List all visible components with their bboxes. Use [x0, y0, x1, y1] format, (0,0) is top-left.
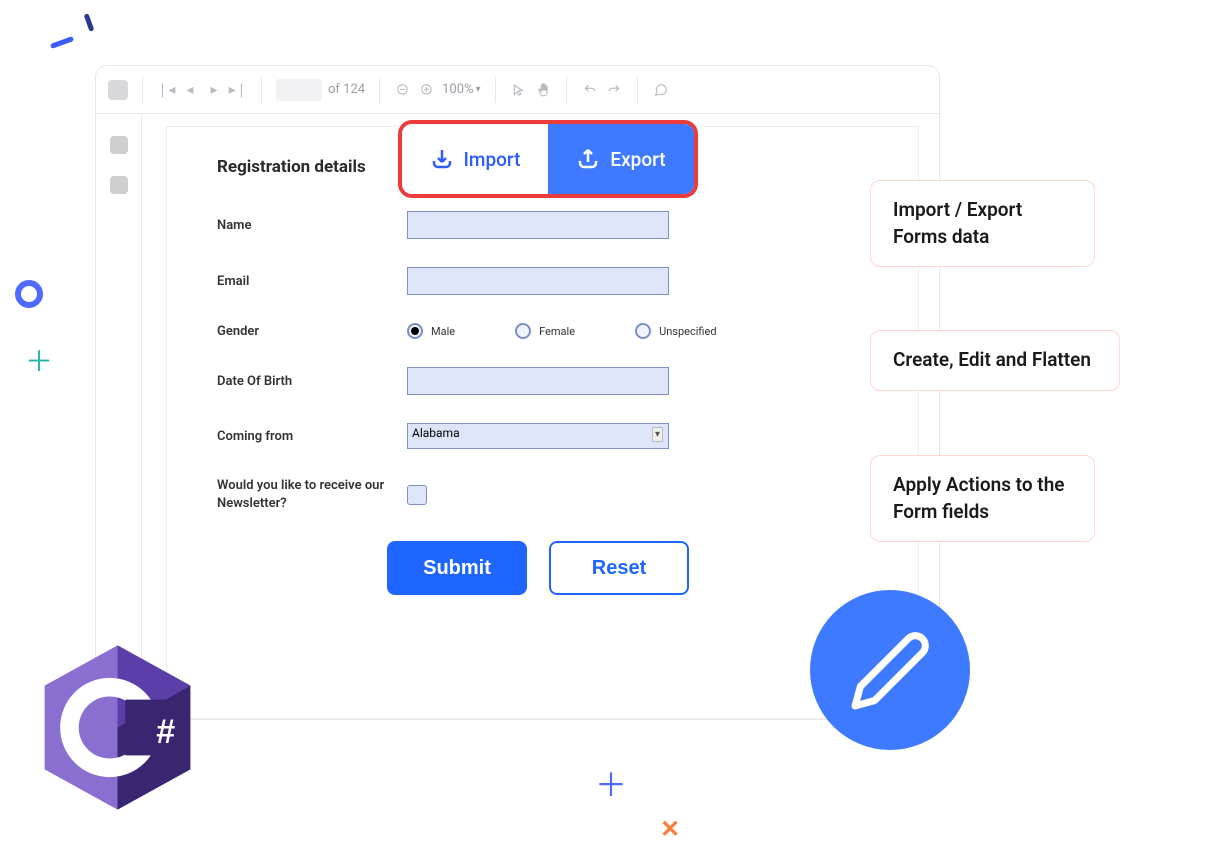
name-input[interactable]	[407, 211, 669, 239]
decoration-cross-orange: ✕	[660, 815, 680, 843]
separator	[566, 77, 567, 103]
radio-icon	[515, 323, 531, 339]
dob-label: Date Of Birth	[217, 374, 407, 389]
export-button[interactable]: Export	[548, 124, 694, 194]
import-export-callout: Import Export	[398, 120, 698, 198]
form-row-email: Email	[217, 267, 878, 295]
separator	[142, 77, 143, 103]
redo-icon[interactable]	[605, 81, 623, 99]
email-label: Email	[217, 274, 407, 289]
radio-label: Male	[431, 325, 455, 338]
dob-input[interactable]	[407, 367, 669, 395]
svg-text:#: #	[156, 713, 175, 751]
form-row-name: Name	[217, 211, 878, 239]
form-actions: Submit Reset	[387, 541, 878, 595]
form-row-dob: Date Of Birth	[217, 367, 878, 395]
sidebar-panel-icon[interactable]	[110, 136, 128, 154]
email-input[interactable]	[407, 267, 669, 295]
newsletter-checkbox[interactable]	[407, 485, 427, 505]
page-number-input[interactable]	[276, 79, 322, 101]
import-icon	[430, 147, 454, 171]
zoom-in-icon[interactable]	[418, 81, 436, 99]
radio-icon	[635, 323, 651, 339]
gender-radio-group: Male Female Unspecified	[407, 323, 717, 339]
form-row-coming-from: Coming from Alabama	[217, 423, 878, 449]
decoration-plus-teal: ＋	[25, 340, 53, 380]
separator	[261, 77, 262, 103]
zoom-level-dropdown[interactable]: 100% ▾	[442, 82, 480, 97]
gender-radio-unspecified[interactable]: Unspecified	[635, 323, 716, 339]
radio-label: Female	[539, 325, 575, 338]
edit-fab[interactable]	[810, 590, 970, 750]
separator	[495, 77, 496, 103]
csharp-icon: #	[40, 640, 195, 815]
radio-icon	[407, 323, 423, 339]
form-row-gender: Gender Male Female Unspecified	[217, 323, 878, 339]
name-label: Name	[217, 218, 407, 233]
toolbar: ❘◂ ◂ ▸ ▸❘ of 124 100% ▾	[96, 66, 939, 114]
sidebar-panel-icon[interactable]	[110, 176, 128, 194]
comment-icon[interactable]	[652, 81, 670, 99]
gender-radio-male[interactable]: Male	[407, 323, 455, 339]
annotation-apply-actions: Apply Actions to the Form fields	[870, 455, 1095, 542]
import-button[interactable]: Import	[402, 124, 548, 194]
separator	[379, 77, 380, 103]
separator	[637, 77, 638, 103]
document-area: Registration details Name Email Gender M…	[166, 126, 919, 719]
first-page-icon[interactable]: ❘◂	[157, 81, 175, 99]
annotation-create-edit: Create, Edit and Flatten	[870, 330, 1120, 391]
annotation-import-export: Import / Export Forms data	[870, 180, 1095, 267]
reset-button[interactable]: Reset	[549, 541, 689, 595]
decoration-circle	[15, 280, 43, 308]
form-row-newsletter: Would you like to receive our Newsletter…	[217, 477, 878, 513]
csharp-badge: #	[40, 640, 195, 815]
radio-label: Unspecified	[659, 325, 716, 338]
newsletter-label: Would you like to receive our Newsletter…	[217, 477, 407, 513]
selection-tool-icon[interactable]	[510, 81, 528, 99]
prev-page-icon[interactable]: ◂	[181, 81, 199, 99]
submit-button[interactable]: Submit	[387, 541, 527, 595]
coming-from-select[interactable]: Alabama	[407, 423, 669, 449]
export-icon	[576, 147, 600, 171]
page-count-label: of 124	[328, 82, 365, 97]
coming-from-label: Coming from	[217, 429, 407, 444]
toolbar-menu-icon[interactable]	[108, 80, 128, 100]
gender-label: Gender	[217, 324, 407, 339]
sidebar	[96, 114, 142, 719]
undo-icon[interactable]	[581, 81, 599, 99]
gender-radio-female[interactable]: Female	[515, 323, 575, 339]
pencil-icon	[848, 628, 933, 713]
decoration-plus-blue: ＋	[595, 760, 627, 806]
last-page-icon[interactable]: ▸❘	[229, 81, 247, 99]
next-page-icon[interactable]: ▸	[205, 81, 223, 99]
pan-tool-icon[interactable]	[534, 81, 552, 99]
zoom-out-icon[interactable]	[394, 81, 412, 99]
